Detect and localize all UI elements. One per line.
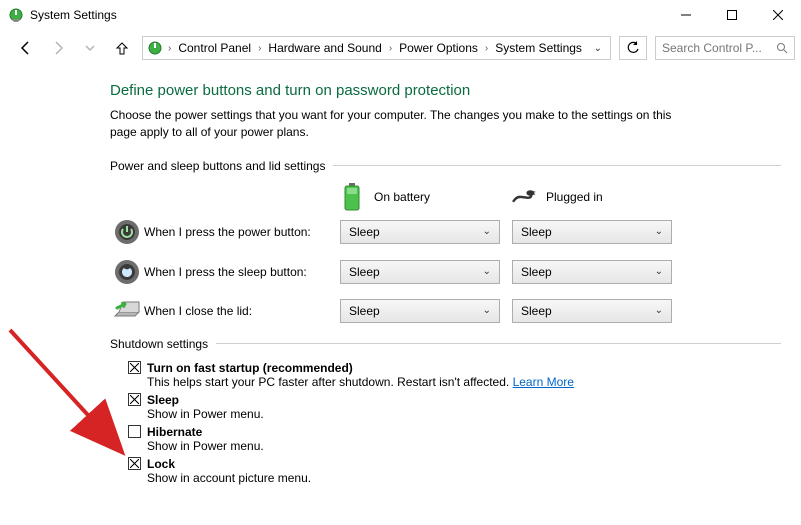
hibernate-checkbox[interactable] [128,425,141,438]
forward-button[interactable] [46,36,70,60]
row-sleep-button: When I press the sleep button: Sleep ⌄ S… [110,259,781,285]
battery-icon [340,183,364,211]
on-battery-header: On battery [340,183,500,211]
fast-startup-option: Turn on fast startup (recommended) This … [128,361,781,389]
hibernate-option: Hibernate Show in Power menu. [128,425,781,453]
on-battery-label: On battery [374,190,430,204]
plugged-in-label: Plugged in [546,190,603,204]
window-title: System Settings [30,8,117,22]
row-close-lid: When I close the lid: Sleep ⌄ Sleep ⌄ [110,299,781,323]
plug-icon [512,188,536,206]
divider [216,343,781,344]
power-button-plugged-select[interactable]: Sleep ⌄ [512,220,672,244]
breadcrumb-power-options[interactable]: Power Options [397,41,480,55]
search-icon [776,42,788,54]
power-button-label: When I press the power button: [144,225,340,239]
back-button[interactable] [14,36,38,60]
refresh-button[interactable] [619,36,647,60]
fast-startup-checkbox[interactable] [128,361,141,374]
select-value: Sleep [349,304,483,318]
select-value: Sleep [521,265,655,279]
chevron-right-icon[interactable]: › [255,43,264,54]
row-power-button: When I press the power button: Sleep ⌄ S… [110,219,781,245]
chevron-down-icon: ⌄ [483,305,491,316]
breadcrumb-system-settings[interactable]: System Settings [493,41,584,55]
search-input[interactable]: Search Control P... [655,36,795,60]
power-options-icon [8,7,24,23]
hibernate-desc: Show in Power menu. [147,439,781,453]
close-lid-battery-select[interactable]: Sleep ⌄ [340,299,500,323]
sleep-button-battery-select[interactable]: Sleep ⌄ [340,260,500,284]
divider [333,165,781,166]
breadcrumb[interactable]: › Control Panel › Hardware and Sound › P… [142,36,611,60]
fast-startup-desc: This helps start your PC faster after sh… [147,375,513,389]
lid-icon [110,300,144,322]
sleep-checkbox[interactable] [128,393,141,406]
page-description: Choose the power settings that you want … [110,107,700,141]
group-shutdown-settings: Shutdown settings [110,337,781,351]
select-value: Sleep [349,225,483,239]
select-value: Sleep [521,225,655,239]
close-button[interactable] [755,0,801,30]
breadcrumb-hardware-sound[interactable]: Hardware and Sound [266,41,383,55]
group-label: Shutdown settings [110,337,216,351]
breadcrumb-dropdown[interactable]: ⌄ [590,43,606,54]
chevron-right-icon[interactable]: › [165,43,174,54]
recent-locations-button[interactable] [78,36,102,60]
minimize-button[interactable] [663,0,709,30]
lock-checkbox[interactable] [128,457,141,470]
sleep-button-label: When I press the sleep button: [144,265,340,279]
chevron-right-icon[interactable]: › [386,43,395,54]
close-lid-label: When I close the lid: [144,304,340,318]
sleep-title: Sleep [147,393,179,407]
sleep-option: Sleep Show in Power menu. [128,393,781,421]
select-value: Sleep [349,265,483,279]
fast-startup-title: Turn on fast startup (recommended) [147,361,353,375]
group-label: Power and sleep buttons and lid settings [110,159,333,173]
breadcrumb-control-panel[interactable]: Control Panel [176,41,253,55]
maximize-button[interactable] [709,0,755,30]
chevron-down-icon: ⌄ [655,305,663,316]
select-value: Sleep [521,304,655,318]
chevron-down-icon: ⌄ [655,266,663,277]
sleep-desc: Show in Power menu. [147,407,781,421]
group-power-sleep-buttons: Power and sleep buttons and lid settings [110,159,781,173]
lock-title: Lock [147,457,175,471]
plugged-in-header: Plugged in [512,188,672,206]
sleep-button-plugged-select[interactable]: Sleep ⌄ [512,260,672,284]
sleep-button-icon [110,259,144,285]
hibernate-title: Hibernate [147,425,202,439]
page-title: Define power buttons and turn on passwor… [110,82,781,99]
content-panel: Define power buttons and turn on passwor… [0,66,801,485]
close-lid-plugged-select[interactable]: Sleep ⌄ [512,299,672,323]
up-button[interactable] [110,36,134,60]
power-options-icon [147,40,163,56]
power-button-icon [110,219,144,245]
lock-option: Lock Show in account picture menu. [128,457,781,485]
column-headers: On battery Plugged in [340,183,781,211]
lock-desc: Show in account picture menu. [147,471,781,485]
learn-more-link[interactable]: Learn More [513,375,574,389]
chevron-down-icon: ⌄ [483,226,491,237]
power-button-battery-select[interactable]: Sleep ⌄ [340,220,500,244]
titlebar: System Settings [0,0,801,30]
chevron-down-icon: ⌄ [655,226,663,237]
search-placeholder: Search Control P... [662,41,770,55]
chevron-down-icon: ⌄ [483,266,491,277]
chevron-right-icon[interactable]: › [482,43,491,54]
navbar: › Control Panel › Hardware and Sound › P… [0,30,801,66]
